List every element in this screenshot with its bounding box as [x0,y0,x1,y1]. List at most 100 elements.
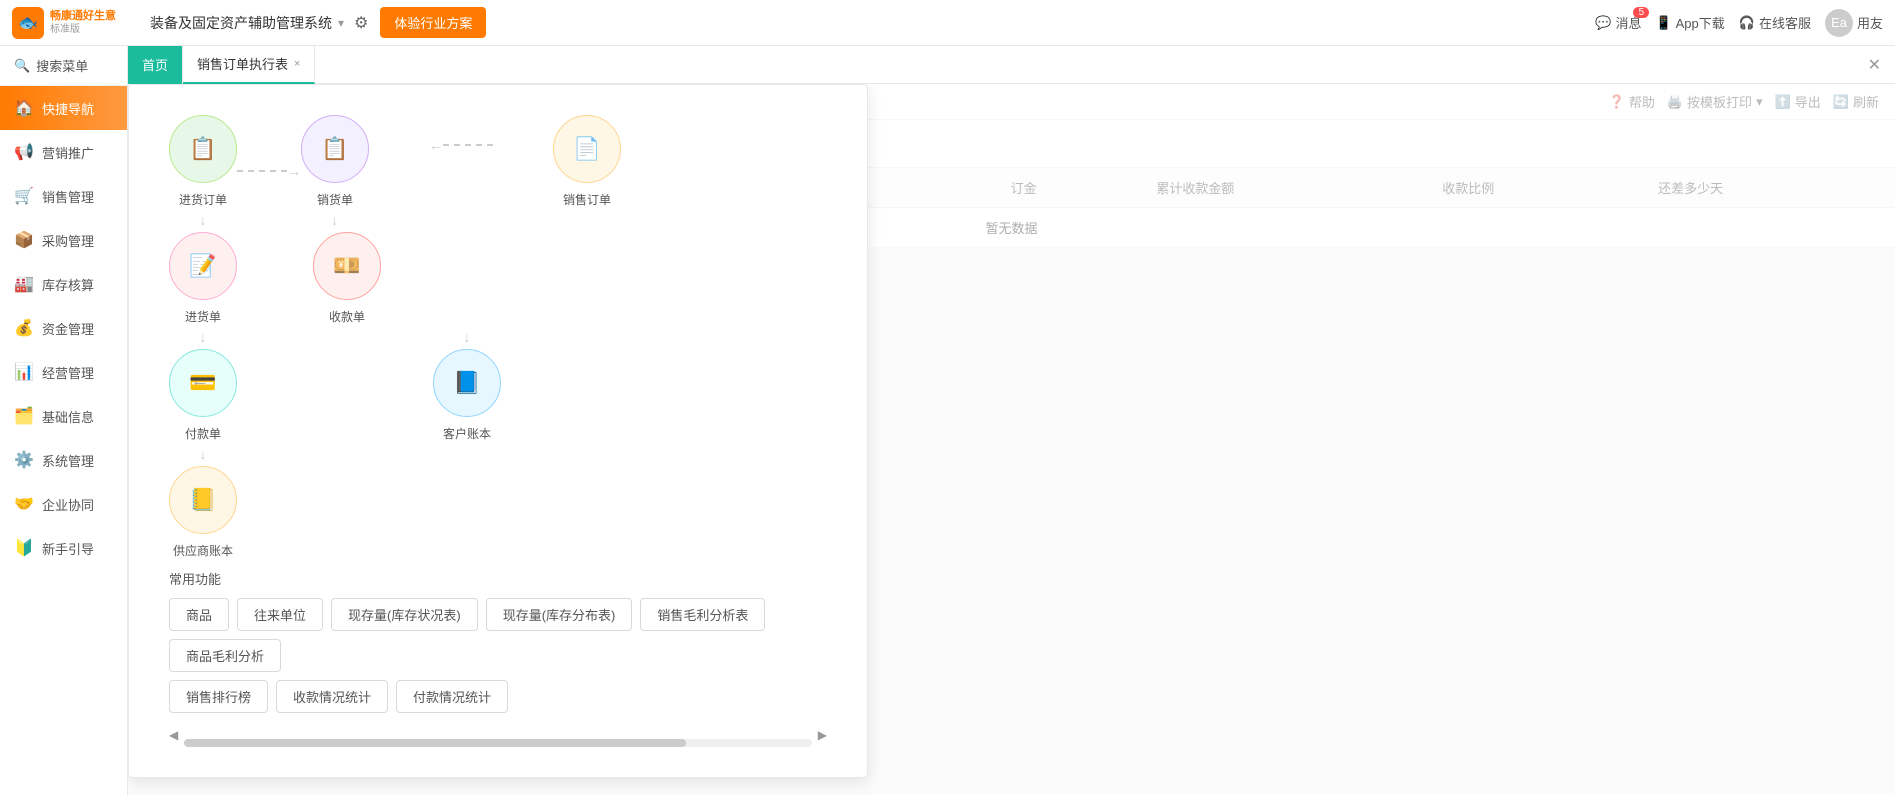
func-buttons-row2: 销售排行榜 收款情况统计 付款情况统计 [169,680,827,713]
user-name: 用友 [1857,13,1883,32]
common-functions: 常用功能 商品 往来单位 现存量(库存状况表) 现存量(库存分布表) 销售毛利分… [169,569,827,713]
purchase-icon: 📦 [14,230,34,250]
card-scrollbar[interactable] [184,739,812,747]
system-label: 系统管理 [42,451,94,470]
system-dropdown-icon[interactable]: ▾ [338,16,344,30]
quick-nav-icon: 🏠 [14,98,34,118]
h-arrows-1: → [237,115,301,205]
func-btn-goods[interactable]: 商品 [169,598,229,631]
arrow-down-2: ↓ [200,329,207,345]
arrow-down-receipt: ↓ [301,325,621,349]
sales-order-node[interactable]: 📄 销售订单 [553,115,621,208]
func-btn-inventory-status[interactable]: 现存量(库存状况表) [331,598,478,631]
receipt-icon: 💴 [313,232,381,300]
purchase-bill-node[interactable]: 📝 进货单 [169,232,237,325]
trial-button[interactable]: 体验行业方案 [380,7,486,38]
customer-ledger-node[interactable]: 📘 客户账本 [313,349,621,442]
tab-bar-close-button[interactable]: ✕ [1854,55,1895,75]
scroll-right-arrow[interactable]: ▶ [818,728,827,742]
tab-bar: 首页 销售订单执行表 × ✕ [128,46,1895,84]
logo-area: 🐟 畅康通好生意 标准版 [12,7,140,39]
arrow-down-3: ↓ [200,446,207,462]
func-btn-payment-stats[interactable]: 付款情况统计 [396,680,508,713]
basic-info-label: 基础信息 [42,407,94,426]
sales-bill-label: 销货单 [317,191,353,208]
arrows-row-2: ↓ [301,208,621,232]
message-badge: 5 [1633,7,1649,18]
user-menu[interactable]: Ea 用友 [1825,9,1883,37]
supplier-ledger-node[interactable]: 📒 供应商账本 [169,466,237,559]
sidebar-item-basic-info[interactable]: 🗂️ 基础信息 [0,394,127,438]
flow-diagram: 📋 进货订单 ↓ 📝 进货单 ↓ [169,115,827,559]
collaboration-icon: 🤝 [14,494,34,514]
h-arrow-dashed: ← [429,137,493,153]
purchase-order-node[interactable]: 📋 进货订单 [169,115,237,208]
sidebar-item-collaboration[interactable]: 🤝 企业协同 [0,482,127,526]
sales-label: 销售管理 [42,187,94,206]
sidebar-item-purchase[interactable]: 📦 采购管理 [0,218,127,262]
message-button[interactable]: 💬 消息 5 [1595,13,1641,32]
receipt-node[interactable]: 💴 收款单 [313,232,381,325]
settings-icon[interactable]: ⚙ [354,13,368,33]
sidebar-item-operations[interactable]: 📊 经营管理 [0,350,127,394]
sales-order-icon: 📄 [553,115,621,183]
logo-icon: 🐟 [12,7,44,39]
func-btn-partners[interactable]: 往来单位 [237,598,323,631]
sales-order-label: 销售订单 [563,191,611,208]
payment-label: 付款单 [185,425,221,442]
avatar-text: Ea [1831,15,1847,30]
sidebar-item-quick-nav[interactable]: 🏠 快捷导航 [0,86,127,130]
logo-line2: 标准版 [50,23,116,36]
func-btn-goods-profit[interactable]: 商品毛利分析 [169,639,281,672]
customer-ledger-icon: 📘 [433,349,501,417]
sales-bill-icon: 📋 [301,115,369,183]
online-service-button[interactable]: 🎧 在线客服 [1739,13,1811,32]
scroll-left-arrow[interactable]: ◀ [169,728,178,742]
arrow-down-sales-bill: ↓ [331,212,338,228]
system-title: 装备及固定资产辅助管理系统 ▾ [150,13,344,33]
logo-text: 畅康通好生意 标准版 [50,9,116,36]
operations-label: 经营管理 [42,363,94,382]
func-btn-sales-profit[interactable]: 销售毛利分析表 [640,598,765,631]
payment-node[interactable]: 💳 付款单 [169,349,237,442]
system-icon: ⚙️ [14,450,34,470]
tab-close-button[interactable]: × [294,58,300,70]
supplier-ledger-icon: 📒 [169,466,237,534]
sidebar-item-guide[interactable]: 🔰 新手引导 [0,526,127,570]
sales-icon: 🛒 [14,186,34,206]
tab-home-label: 首页 [142,55,168,74]
arrow-down-1: ↓ [200,212,207,228]
quick-nav-label: 快捷导航 [42,99,94,118]
purchase-bill-label: 进货单 [185,308,221,325]
tab-sales-order[interactable]: 销售订单执行表 × [183,46,315,84]
sidebar-item-finance[interactable]: 💰 资金管理 [0,306,127,350]
sales-bill-node[interactable]: 📋 销货单 [301,115,369,208]
marketing-icon: 📢 [14,142,34,162]
card-scrollbar-thumb [184,739,686,747]
supplier-ledger-label: 供应商账本 [173,542,233,559]
sidebar-item-inventory[interactable]: 🏭 库存核算 [0,262,127,306]
receipt-row: 💴 收款单 [301,232,621,325]
app-download-button[interactable]: 📱 App下载 [1655,13,1724,32]
func-buttons-row1: 商品 往来单位 现存量(库存状况表) 现存量(库存分布表) 销售毛利分析表 商品… [169,598,827,672]
payment-icon: 💳 [169,349,237,417]
left-column: 📋 进货订单 ↓ 📝 进货单 ↓ [169,115,237,559]
sidebar-item-system[interactable]: ⚙️ 系统管理 [0,438,127,482]
top-nav: 装备及固定资产辅助管理系统 ▾ ⚙ 体验行业方案 [140,7,1595,38]
sidebar-item-sales[interactable]: 🛒 销售管理 [0,174,127,218]
func-btn-inventory-dist[interactable]: 现存量(库存分布表) [486,598,633,631]
sidebar-item-marketing[interactable]: 📢 营销推广 [0,130,127,174]
finance-icon: 💰 [14,318,34,338]
purchase-label: 采购管理 [42,231,94,250]
online-service-label: 在线客服 [1759,13,1811,32]
service-icon: 🎧 [1739,15,1755,31]
tab-home[interactable]: 首页 [128,46,183,84]
inventory-icon: 🏭 [14,274,34,294]
search-menu[interactable]: 🔍 搜索菜单 [0,46,127,86]
customer-ledger-row: 📘 客户账本 [301,349,621,442]
message-icon: 💬 [1595,15,1611,31]
func-btn-sales-rank[interactable]: 销售排行榜 [169,680,268,713]
guide-label: 新手引导 [42,539,94,558]
func-btn-receipt-stats[interactable]: 收款情况统计 [276,680,388,713]
receipt-label: 收款单 [329,308,365,325]
